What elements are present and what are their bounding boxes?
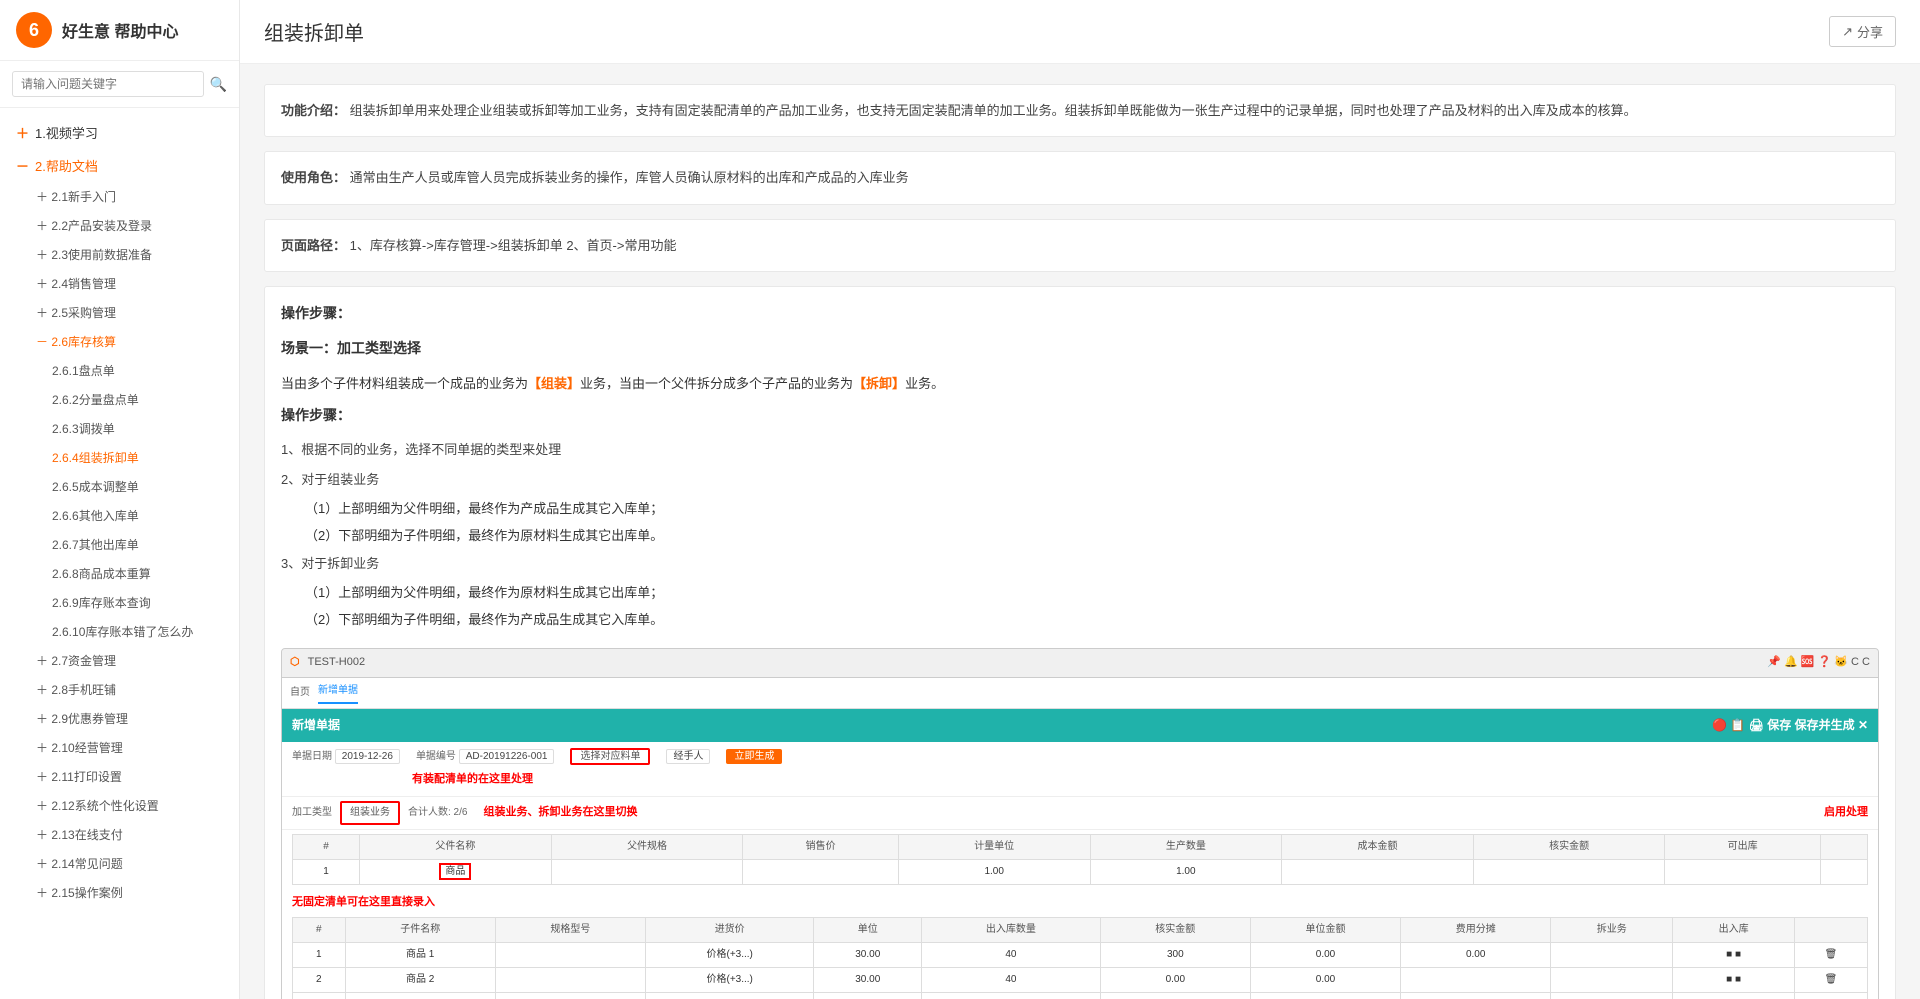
ss-assembly-btn: 选择对应料单: [570, 748, 650, 765]
ann-text-3: 启用处理: [1824, 803, 1868, 823]
sidebar-header: 6 好生意 帮助中心: [0, 0, 239, 61]
path-label: 页面路径：: [281, 238, 346, 253]
sidebar-item-2-8[interactable]: ＋ 2.8手机旺铺: [0, 675, 239, 704]
ss-lower-section: 无固定清单可在这里直接录入 # 子件名称 规格型号 进货价 单位 出入库数量 核…: [282, 889, 1878, 999]
ss-date-value: 2019-12-26: [335, 749, 400, 764]
scene1-heading: 场景一：加工类型选择: [281, 336, 1879, 361]
share-button[interactable]: ↗ 分享: [1829, 16, 1896, 47]
sidebar: 6 好生意 帮助中心 🔍 ＋ 1.视频学习 － 2.帮助文档 ＋ 2.1新手入门…: [0, 0, 240, 999]
step3-sub2: （2）下部明细为子件明细，最终作为产成品生成其它入库单。: [281, 608, 1879, 631]
step2-sub2: （2）下部明细为子件明细，最终作为原材料生成其它出库单。: [281, 524, 1879, 547]
step3-sub1: （1）上部明细为父件明细，最终作为原材料生成其它出库单；: [281, 581, 1879, 604]
sidebar-item-2-15[interactable]: ＋ 2.15操作案例: [0, 878, 239, 907]
role-text: 通常由生产人员或库管人员完成拆装业务的操作，库管人员确认原材料的出库和产成品的入…: [350, 170, 909, 185]
sidebar-item-2-6-10[interactable]: 2.6.10库存账本错了怎么办: [0, 617, 239, 646]
path-box: 页面路径： 1、库存核算->库存管理->组装拆卸单 2、首页->常用功能: [264, 219, 1896, 272]
sidebar-item-2-12[interactable]: ＋ 2.12系统个性化设置: [0, 791, 239, 820]
sidebar-item-2-6[interactable]: － 2.6库存核算: [0, 327, 239, 356]
table-row: 30.00: [293, 992, 1868, 999]
table-row: 1 商品 1.00 1.00: [293, 860, 1868, 885]
ann-text-2: 组装业务、拆卸业务在这里切换: [483, 803, 637, 823]
sidebar-item-2-10[interactable]: ＋ 2.10经营管理: [0, 733, 239, 762]
app-title: 好生意 帮助中心: [62, 18, 178, 42]
page-title: 组装拆卸单: [264, 17, 364, 46]
sidebar-item-2-3[interactable]: ＋ 2.3使用前数据准备: [0, 240, 239, 269]
sidebar-item-help-docs[interactable]: － 2.帮助文档: [0, 149, 239, 182]
ss-code-value: AD-20191226-001: [459, 749, 555, 764]
ops-steps-heading: 操作步骤：: [281, 403, 1879, 428]
ss-fields-row: 单据日期 2019-12-26 单据编号 AD-20191226-001 选择对…: [282, 742, 1878, 797]
search-box: 🔍: [0, 61, 239, 108]
sidebar-item-2-4[interactable]: ＋ 2.4销售管理: [0, 269, 239, 298]
ss-table-lower: # 子件名称 规格型号 进货价 单位 出入库数量 核实金额 单位金额 费用分摊 …: [292, 917, 1868, 999]
step2-sub1: （1）上部明细为父件明细，最终作为产成品生成其它入库单；: [281, 497, 1879, 520]
sidebar-item-2-6-6[interactable]: 2.6.6其他入库单: [0, 501, 239, 530]
ss-system-label: TEST-H002: [308, 653, 365, 673]
ss-teal-title: 新增单据: [292, 715, 340, 737]
sidebar-item-2-6-4[interactable]: 2.6.4组装拆卸单: [0, 443, 239, 472]
sidebar-item-2-5[interactable]: ＋ 2.5采购管理: [0, 298, 239, 327]
sidebar-item-2-1[interactable]: ＋ 2.1新手入门: [0, 182, 239, 211]
sidebar-item-2-6-7[interactable]: 2.6.7其他出库单: [0, 530, 239, 559]
screenshot-titlebar: ⬡ TEST-H002 📌 🔔 🆘 ❓ 🐱 C C: [282, 649, 1878, 678]
main-content: 组装拆卸单 ↗ 分享 功能介绍： 组装拆卸单用来处理企业组装或拆卸等加工业务，支…: [240, 0, 1920, 999]
sidebar-item-label: 2.帮助文档: [35, 156, 98, 175]
sidebar-item-2-9[interactable]: ＋ 2.9优惠券管理: [0, 704, 239, 733]
sidebar-item-2-14[interactable]: ＋ 2.14常见问题: [0, 849, 239, 878]
sidebar-item-video[interactable]: ＋ 1.视频学习: [0, 116, 239, 149]
ss-type-row: 加工类型 组装业务 合计人数: 2/6 组装业务、拆卸业务在这里切换 启用处理: [282, 797, 1878, 830]
ops-heading: 操作步骤：: [281, 301, 1879, 326]
expand-icon: ＋: [16, 123, 29, 142]
scene1-desc: 当由多个子件材料组装成一个成品的业务为【组装】业务，当由一个父件拆分成多个子产品…: [281, 372, 1879, 395]
sidebar-item-2-13[interactable]: ＋ 2.13在线支付: [0, 820, 239, 849]
ss-table-upper: # 父件名称 父件规格 销售价 计量单位 生产数量 成本金额 核实金额 可出库: [292, 834, 1868, 885]
search-input[interactable]: [12, 71, 204, 97]
role-box: 使用角色： 通常由生产人员或库管人员完成拆装业务的操作，库管人员确认原材料的出库…: [264, 151, 1896, 204]
search-icon[interactable]: 🔍: [210, 76, 227, 93]
sidebar-item-2-6-3[interactable]: 2.6.3调拨单: [0, 414, 239, 443]
sidebar-item-2-6-5[interactable]: 2.6.5成本调整单: [0, 472, 239, 501]
table-row: 2 商品 2 价格(+3...) 30.00 40 0.00 0.00 ■: [293, 967, 1868, 992]
sidebar-nav: ＋ 1.视频学习 － 2.帮助文档 ＋ 2.1新手入门 ＋ 2.2产品安装及登录…: [0, 108, 239, 999]
step3: 3、对于拆卸业务: [281, 552, 1879, 575]
ops-box: 操作步骤： 场景一：加工类型选择 当由多个子件材料组装成一个成品的业务为【组装】…: [264, 286, 1896, 999]
step2: 2、对于组装业务: [281, 468, 1879, 491]
func-intro-box: 功能介绍： 组装拆卸单用来处理企业组装或拆卸等加工业务，支持有固定装配清单的产品…: [264, 84, 1896, 137]
path-text: 1、库存核算->库存管理->组装拆卸单 2、首页->常用功能: [350, 238, 677, 253]
func-intro-label: 功能介绍：: [281, 103, 346, 118]
sidebar-item-2-7[interactable]: ＋ 2.7资金管理: [0, 646, 239, 675]
func-intro-text: 组装拆卸单用来处理企业组装或拆卸等加工业务，支持有固定装配清单的产品加工业务，也…: [350, 103, 1637, 118]
share-icon: ↗: [1842, 24, 1853, 40]
logo-icon: 6: [16, 12, 52, 48]
screenshot: ⬡ TEST-H002 📌 🔔 🆘 ❓ 🐱 C C 自页 新增单据 新增单据 🔴…: [281, 648, 1879, 999]
sidebar-item-2-11[interactable]: ＋ 2.11打印设置: [0, 762, 239, 791]
sidebar-item-2-6-1[interactable]: 2.6.1盘点单: [0, 356, 239, 385]
sidebar-item-2-6-2[interactable]: 2.6.2分量盘点单: [0, 385, 239, 414]
sidebar-item-2-6-8[interactable]: 2.6.8商品成本重算: [0, 559, 239, 588]
collapse-icon: －: [16, 156, 29, 175]
screenshot-secondbar: 自页 新增单据: [282, 678, 1878, 709]
sidebar-item-label: 1.视频学习: [35, 123, 98, 142]
ann-text-1: 有装配清单的在这里处理: [412, 770, 1868, 790]
sidebar-item-2-6-9[interactable]: 2.6.9库存账本查询: [0, 588, 239, 617]
ss-type-value: 组装业务: [340, 801, 400, 825]
ann-text-4: 无固定清单可在这里直接录入: [292, 893, 1868, 913]
ss-logo: ⬡: [290, 653, 300, 673]
sidebar-item-2-2[interactable]: ＋ 2.2产品安装及登录: [0, 211, 239, 240]
content-area: 功能介绍： 组装拆卸单用来处理企业组装或拆卸等加工业务，支持有固定装配清单的产品…: [240, 64, 1920, 999]
role-label: 使用角色：: [281, 170, 346, 185]
table-row: 1 商品 1 价格(+3...) 30.00 40 300 0.00 0.00: [293, 942, 1868, 967]
ss-icons: 📌 🔔 🆘 ❓ 🐱 C C: [1767, 653, 1870, 673]
ss-teal-bar: 新增单据 🔴 📋 🖨 保存 保存并生成 ✕: [282, 709, 1878, 743]
ss-upper-table: # 父件名称 父件规格 销售价 计量单位 生产数量 成本金额 核实金额 可出库: [282, 830, 1878, 889]
step1: 1、根据不同的业务，选择不同单据的类型来处理: [281, 438, 1879, 461]
main-header: 组装拆卸单 ↗ 分享: [240, 0, 1920, 64]
